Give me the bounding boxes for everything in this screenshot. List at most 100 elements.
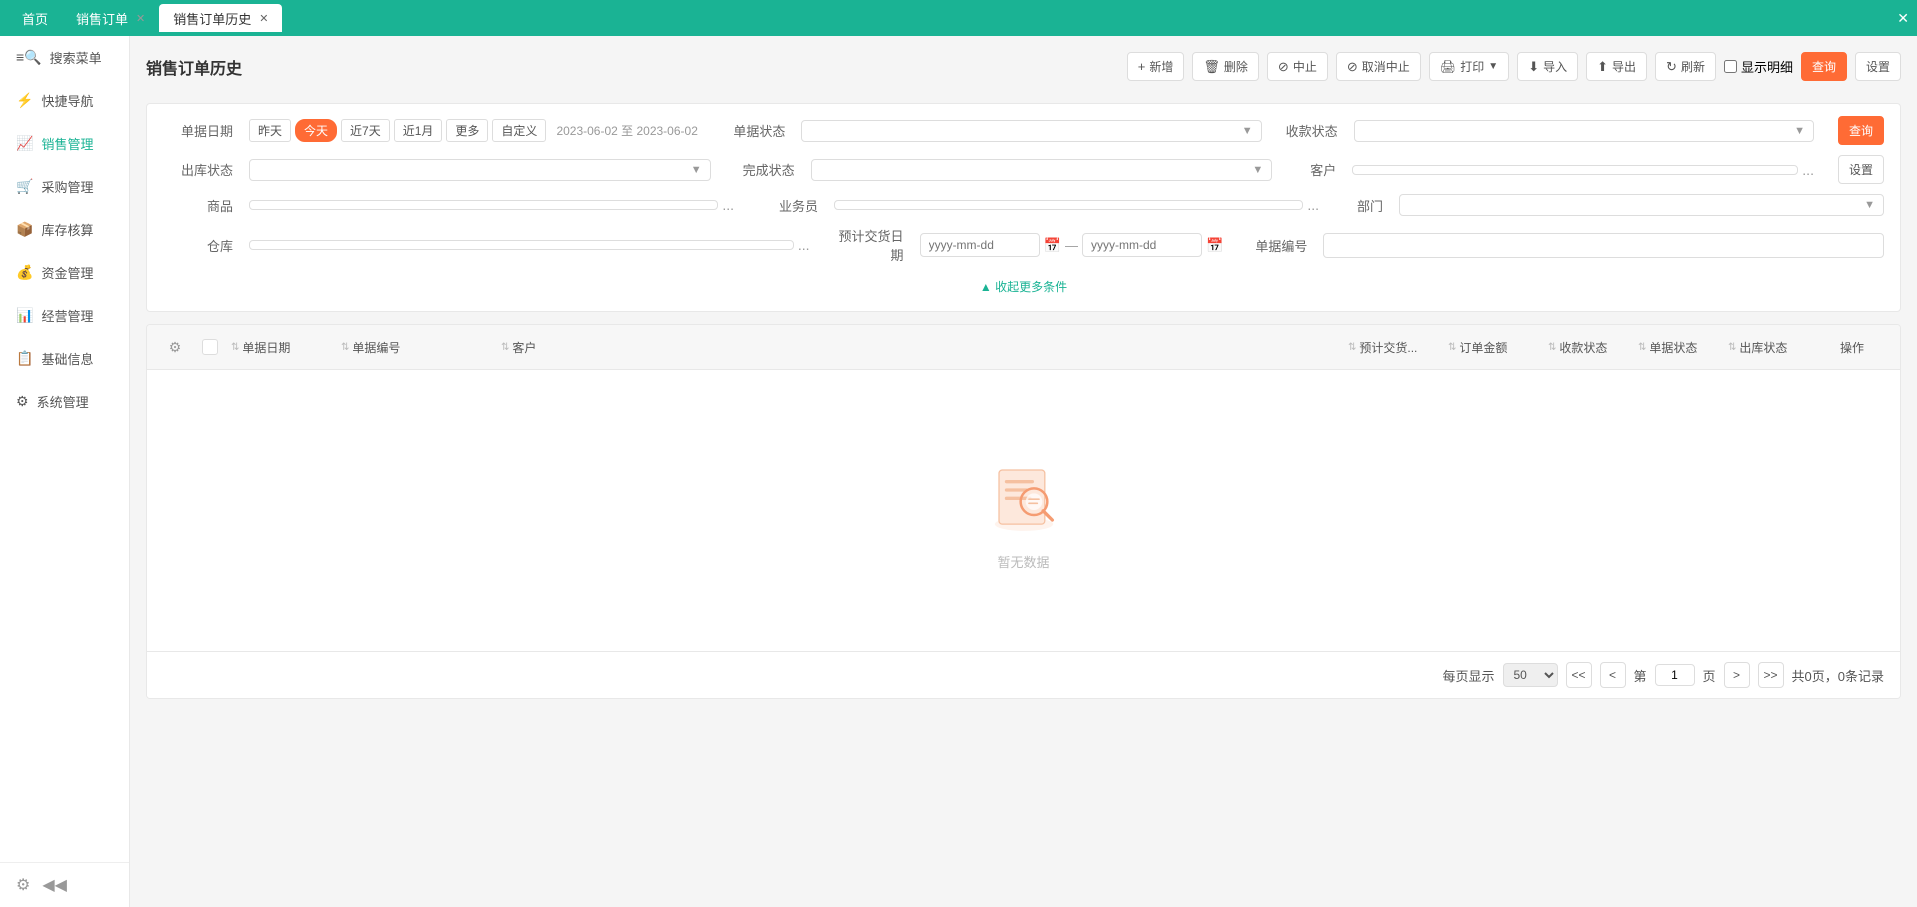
sort-amount-icon[interactable]: ⇅ <box>1448 342 1456 353</box>
sidebar-item-basic-info[interactable]: 📋 基础信息 <box>0 337 129 380</box>
prev-page-btn[interactable]: < <box>1600 662 1626 688</box>
query-button[interactable]: 查询 <box>1801 52 1847 81</box>
sales-person-dots[interactable]: ... <box>1307 197 1319 213</box>
sort-customer-icon[interactable]: ⇅ <box>501 342 509 353</box>
date-btn-3days[interactable]: 今天 <box>295 119 337 142</box>
sidebar-collapse-icon[interactable]: ◀◀ <box>42 875 67 895</box>
cancel-stop-icon: ⊘ <box>1347 59 1358 75</box>
warehouse-dots[interactable]: ... <box>798 237 810 253</box>
empty-text: 暂无数据 <box>997 552 1049 571</box>
pay-status-chevron-icon: ▼ <box>1794 125 1805 137</box>
sort-doc-no-icon[interactable]: ⇅ <box>341 342 349 353</box>
sidebar-item-sales-mgmt[interactable]: 📈 销售管理 <box>0 122 129 165</box>
dept-select[interactable]: ▼ <box>1399 194 1884 216</box>
product-select[interactable] <box>249 200 718 210</box>
doc-status-chevron-icon: ▼ <box>1242 125 1253 137</box>
delivery-date-from[interactable] <box>920 233 1040 257</box>
product-dots[interactable]: ... <box>722 197 734 213</box>
sidebar-item-stock-calc[interactable]: 📦 库存核算 <box>0 208 129 251</box>
th-action-label: 操作 <box>1840 339 1864 356</box>
tab-sales-order-close[interactable]: ✕ <box>136 12 145 25</box>
collapse-btn[interactable]: ▲ 收起更多条件 <box>980 274 1067 299</box>
th-customer: ⇅ 客户 <box>495 331 1342 364</box>
table-container: ⚙ ⇅ 单据日期 ⇅ 单据编号 ⇅ 客户 ⇅ <box>146 324 1901 699</box>
th-doc-date-label: 单据日期 <box>242 339 290 356</box>
header-checkbox[interactable] <box>202 339 218 355</box>
page-number-input[interactable] <box>1655 664 1695 686</box>
sidebar-item-fund-mgmt[interactable]: 💰 资金管理 <box>0 251 129 294</box>
content-area: 销售订单历史 + 新增 🗑 删除 ⊘ 中止 ⊘ 取消中止 <box>130 36 1917 907</box>
delivery-date-to-icon[interactable]: 📅 <box>1206 237 1223 254</box>
sort-pay-status-icon[interactable]: ⇅ <box>1548 342 1556 353</box>
sort-delivery-icon[interactable]: ⇅ <box>1348 342 1356 353</box>
date-btn-more[interactable]: 更多 <box>446 119 488 142</box>
delivery-date-from-icon[interactable]: 📅 <box>1044 237 1061 254</box>
customer-dots[interactable]: ... <box>1802 162 1814 178</box>
stop-button[interactable]: ⊘ 中止 <box>1267 52 1328 81</box>
sidebar-item-sys-mgmt[interactable]: ⚙ 系统管理 <box>0 380 129 423</box>
sales-mgmt-icon: 📈 <box>16 135 33 152</box>
prev-page-icon: < <box>1609 668 1616 682</box>
basic-info-icon: 📋 <box>16 350 33 367</box>
tab-sales-history-close[interactable]: ✕ <box>259 12 268 25</box>
date-btn-custom[interactable]: 自定义 <box>492 119 546 142</box>
sidebar-item-quick-nav[interactable]: ⚡ 快捷导航 <box>0 79 129 122</box>
window-close-icon[interactable]: ✕ <box>1897 10 1909 27</box>
pay-status-select[interactable]: ▼ <box>1354 120 1814 142</box>
delete-button[interactable]: 🗑 删除 <box>1192 52 1259 81</box>
sort-doc-date-icon[interactable]: ⇅ <box>231 342 239 353</box>
export-label: 导出 <box>1612 58 1636 75</box>
doc-date-label: 单据日期 <box>163 121 233 140</box>
tab-sales-order[interactable]: 销售订单 ✕ <box>62 4 159 32</box>
display-detail-checkbox[interactable] <box>1724 60 1737 73</box>
cancel-stop-button[interactable]: ⊘ 取消中止 <box>1336 52 1421 81</box>
new-button[interactable]: + 新增 <box>1127 52 1185 81</box>
sidebar-item-search-menu[interactable]: ≡🔍 搜索菜单 <box>0 36 129 79</box>
import-button[interactable]: ⬇ 导入 <box>1517 52 1578 81</box>
page-size-select[interactable]: 50 10 20 100 <box>1503 663 1558 687</box>
pagination: 每页显示 50 10 20 100 << < 第 页 > <box>147 651 1900 698</box>
customer-label: 客户 <box>1296 160 1336 179</box>
last-page-btn[interactable]: >> <box>1758 662 1784 688</box>
sort-out-status-icon[interactable]: ⇅ <box>1728 342 1736 353</box>
refresh-button[interactable]: ↻ 刷新 <box>1655 52 1716 81</box>
delivery-date-label: 预计交货日期 <box>834 226 904 264</box>
export-button[interactable]: ⬆ 导出 <box>1586 52 1647 81</box>
date-btn-today[interactable]: 昨天 <box>249 119 291 142</box>
tab-home[interactable]: 首页 <box>8 4 62 32</box>
doc-status-select[interactable]: ▼ <box>801 120 1261 142</box>
page-suffix: 页 <box>1703 666 1716 685</box>
product-label: 商品 <box>163 196 233 215</box>
sidebar-item-purchase-mgmt[interactable]: 🛒 采购管理 <box>0 165 129 208</box>
sort-doc-status-icon[interactable]: ⇅ <box>1638 342 1646 353</box>
out-status-select[interactable]: ▼ <box>249 159 711 181</box>
sidebar-settings-icon[interactable]: ⚙ <box>16 875 30 895</box>
table-settings-icon[interactable]: ⚙ <box>161 333 189 361</box>
th-pay-status: ⇅ 收款状态 <box>1542 331 1632 364</box>
display-detail-wrap: 显示明细 <box>1724 57 1793 76</box>
tab-sales-history[interactable]: 销售订单历史 ✕ <box>159 4 282 32</box>
delete-icon: 🗑 <box>1203 59 1220 75</box>
next-page-btn[interactable]: > <box>1724 662 1750 688</box>
customer-select[interactable] <box>1352 165 1798 175</box>
complete-status-chevron-icon: ▼ <box>1252 164 1263 176</box>
sales-person-select[interactable] <box>834 200 1303 210</box>
tab-sales-history-label: 销售订单历史 <box>173 9 251 28</box>
date-btn-1month[interactable]: 近1月 <box>394 119 443 142</box>
delivery-date-to[interactable] <box>1082 233 1202 257</box>
settings-button-2[interactable]: 设置 <box>1838 155 1884 184</box>
table-header: ⚙ ⇅ 单据日期 ⇅ 单据编号 ⇅ 客户 ⇅ <box>147 325 1900 370</box>
settings-button[interactable]: 设置 <box>1855 52 1901 81</box>
doc-no-input[interactable] <box>1323 233 1884 258</box>
print-button[interactable]: 🖨 打印 ▼ <box>1429 52 1509 81</box>
query-button-2[interactable]: 查询 <box>1838 116 1884 145</box>
complete-status-select[interactable]: ▼ <box>811 159 1273 181</box>
stop-icon: ⊘ <box>1278 59 1289 75</box>
first-page-btn[interactable]: << <box>1566 662 1592 688</box>
th-doc-status-label: 单据状态 <box>1649 339 1697 356</box>
import-icon: ⬇ <box>1528 59 1539 75</box>
date-btn-7days[interactable]: 近7天 <box>341 119 390 142</box>
sidebar-item-ops-mgmt[interactable]: 📊 经营管理 <box>0 294 129 337</box>
warehouse-select[interactable] <box>249 240 794 250</box>
collapse-btn-label: ▲ 收起更多条件 <box>980 278 1067 295</box>
